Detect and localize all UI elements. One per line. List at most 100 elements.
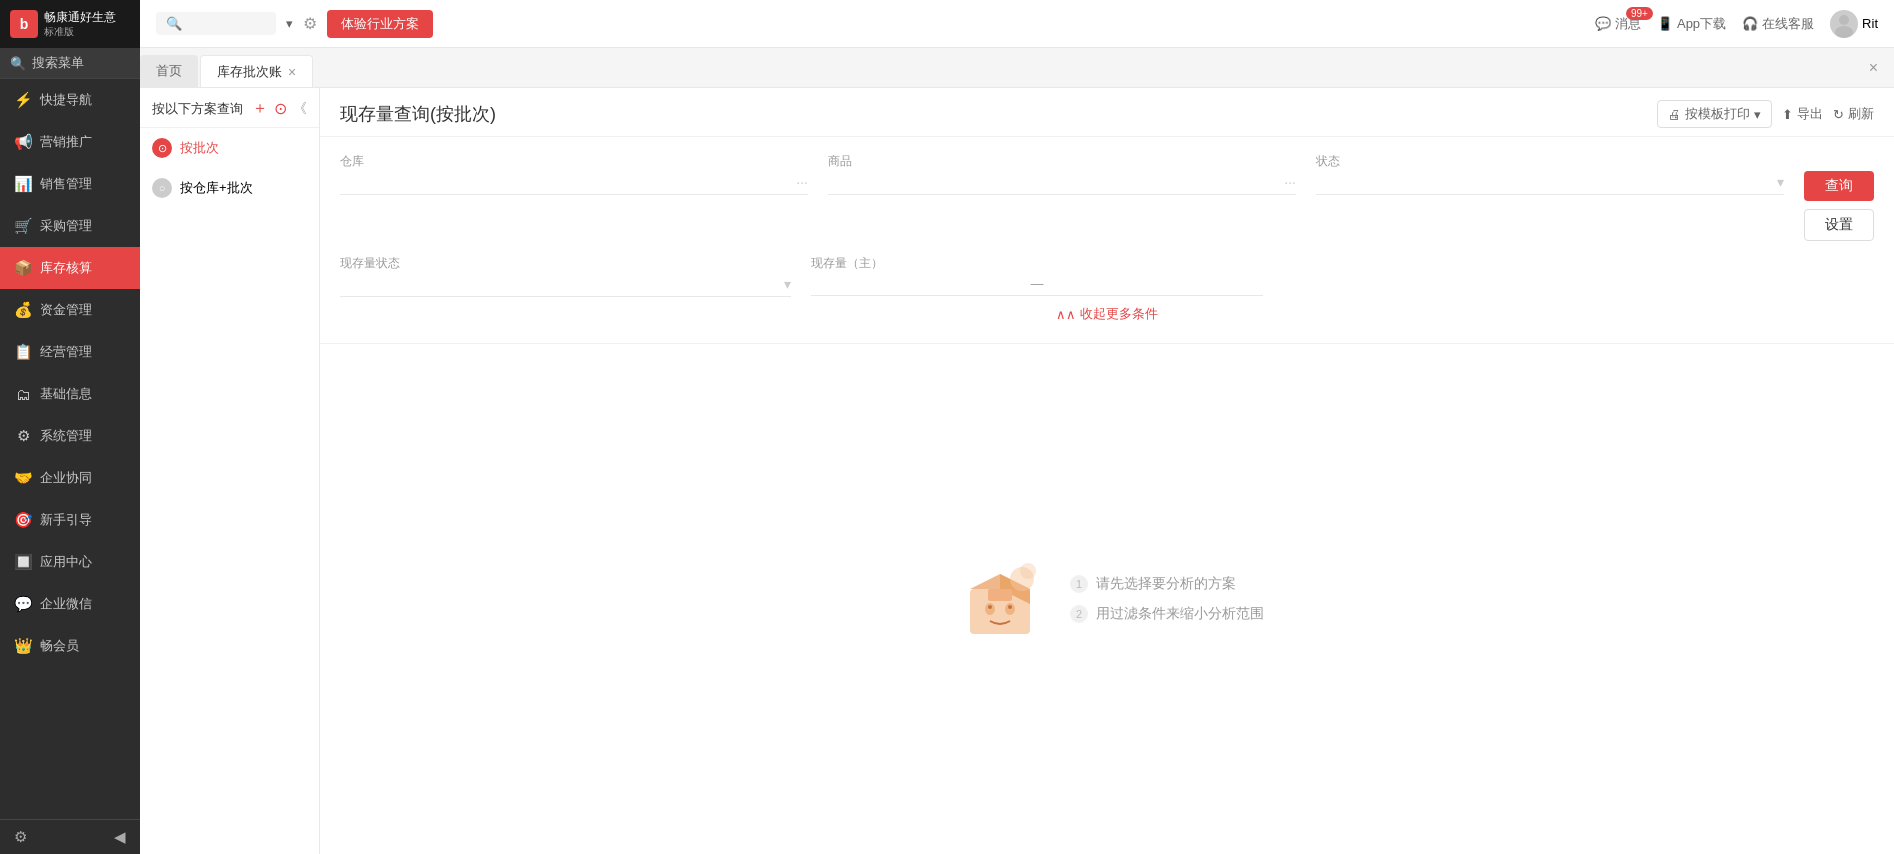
collapse-panel-icon[interactable]: 《 xyxy=(293,100,307,118)
warehouse-input-wrap: ··· xyxy=(340,174,808,195)
refresh-label: 刷新 xyxy=(1848,105,1874,123)
left-panel: 按以下方案查询 ＋ ⊙ 《 ⊙ 按批次 ○ 按仓库+批次 xyxy=(140,88,320,854)
sidebar-item-guide[interactable]: 🎯 新手引导 xyxy=(0,499,140,541)
query-button[interactable]: 查询 xyxy=(1804,171,1874,201)
sidebar-item-label: 企业微信 xyxy=(40,595,92,613)
refresh-btn[interactable]: ↻ 刷新 xyxy=(1833,105,1874,123)
app-version: 标准版 xyxy=(44,25,116,38)
sidebar-item-wechat[interactable]: 💬 企业微信 xyxy=(0,583,140,625)
sidebar-item-operations[interactable]: 📋 经营管理 xyxy=(0,331,140,373)
right-panel: 现存量查询(按批次) 🖨 按模板打印 ▾ ⬆ 导出 ↻ 刷新 xyxy=(320,88,1894,854)
product-filter: 商品 ··· xyxy=(828,153,1296,195)
scheme-by-warehouse-batch-label: 按仓库+批次 xyxy=(180,179,253,197)
tab-close-icon[interactable]: × xyxy=(288,64,296,80)
svg-point-0 xyxy=(1839,15,1849,25)
collapse-filter-btn[interactable]: ∧∧ 收起更多条件 xyxy=(340,297,1874,327)
sidebar-item-quick-nav[interactable]: ⚡ 快捷导航 xyxy=(0,79,140,121)
stock-qty-label: 现存量（主） xyxy=(811,255,1262,272)
system-icon: ⚙ xyxy=(14,427,32,445)
scheme-by-batch[interactable]: ⊙ 按批次 xyxy=(140,128,319,168)
sidebar-item-marketing[interactable]: 📢 营销推广 xyxy=(0,121,140,163)
warehouse-input[interactable] xyxy=(340,175,792,190)
scheme-by-warehouse-batch-icon: ○ xyxy=(152,178,172,198)
operations-icon: 📋 xyxy=(14,343,32,361)
sidebar-item-app-center[interactable]: 🔲 应用中心 xyxy=(0,541,140,583)
stock-qty-max-input[interactable] xyxy=(1052,276,1263,291)
topbar-search-box[interactable]: 🔍 xyxy=(156,12,276,35)
print-btn[interactable]: 🖨 按模板打印 ▾ xyxy=(1657,100,1772,128)
topbar-dropdown[interactable]: ▾ xyxy=(286,16,293,31)
status-select-wrap: ▾ xyxy=(1316,174,1784,195)
export-icon: ⬆ xyxy=(1782,107,1793,122)
stock-status-filter: 现存量状态 ▾ xyxy=(340,255,791,297)
content-area: 按以下方案查询 ＋ ⊙ 《 ⊙ 按批次 ○ 按仓库+批次 现存量查询(按批次) xyxy=(140,88,1894,854)
topbar-gear-icon[interactable]: ⚙ xyxy=(303,14,317,33)
messages-btn[interactable]: 💬 消息 99+ xyxy=(1595,15,1641,33)
scheme-by-warehouse-batch[interactable]: ○ 按仓库+批次 xyxy=(140,168,319,208)
status-select[interactable] xyxy=(1316,175,1773,190)
sidebar-item-label: 新手引导 xyxy=(40,511,92,529)
stock-status-select[interactable] xyxy=(340,277,780,292)
svg-point-7 xyxy=(1020,563,1036,579)
sidebar-search[interactable]: 🔍 搜索菜单 xyxy=(0,48,140,79)
empty-state: 1 请先选择要分析的方案 2 用过滤条件来缩小分析范围 xyxy=(320,344,1894,854)
purchase-icon: 🛒 xyxy=(14,217,32,235)
status-filter: 状态 ▾ xyxy=(1316,153,1784,195)
app-center-icon: 🔲 xyxy=(14,553,32,571)
product-input-wrap: ··· xyxy=(828,174,1296,195)
sidebar-item-sales[interactable]: 📊 销售管理 xyxy=(0,163,140,205)
refresh-icon: ↻ xyxy=(1833,107,1844,122)
sidebar-item-finance[interactable]: 💰 资金管理 xyxy=(0,289,140,331)
enterprise-icon: 🤝 xyxy=(14,469,32,487)
message-icon: 💬 xyxy=(1595,16,1611,31)
sidebar-item-purchase[interactable]: 🛒 采购管理 xyxy=(0,205,140,247)
sidebar-item-basic[interactable]: 🗂 基础信息 xyxy=(0,373,140,415)
trial-btn[interactable]: 体验行业方案 xyxy=(327,10,433,38)
app-download-btn[interactable]: 📱 App下载 xyxy=(1657,15,1726,33)
service-btn[interactable]: 🎧 在线客服 xyxy=(1742,15,1814,33)
export-btn[interactable]: ⬆ 导出 xyxy=(1782,105,1823,123)
sidebar-item-inventory[interactable]: 📦 库存核算 xyxy=(0,247,140,289)
close-all-tabs[interactable]: × xyxy=(1869,59,1878,77)
status-chevron-icon: ▾ xyxy=(1777,174,1784,190)
topbar-search-input[interactable] xyxy=(186,17,266,31)
scheme-by-batch-icon: ⊙ xyxy=(152,138,172,158)
collapse-sidebar-icon[interactable]: ◀ xyxy=(114,828,126,846)
topbar: 🔍 ▾ ⚙ 体验行业方案 💬 消息 99+ 📱 App下载 🎧 在线客服 xyxy=(140,0,1894,48)
status-label: 状态 xyxy=(1316,153,1784,170)
search-icon: 🔍 xyxy=(10,56,26,71)
sidebar-item-label: 系统管理 xyxy=(40,427,92,445)
product-input[interactable] xyxy=(828,175,1280,190)
sidebar-item-label: 营销推广 xyxy=(40,133,92,151)
sidebar-item-member[interactable]: 👑 畅会员 xyxy=(0,625,140,667)
user-profile[interactable]: Rit xyxy=(1830,10,1878,38)
svg-rect-5 xyxy=(988,589,1012,601)
settings-bottom-icon[interactable]: ⚙ xyxy=(14,828,27,846)
empty-tip-1: 1 请先选择要分析的方案 xyxy=(1070,575,1264,593)
tab-inventory-batch[interactable]: 库存批次账 × xyxy=(200,55,313,87)
print-dropdown-icon[interactable]: ▾ xyxy=(1754,107,1761,122)
warehouse-more-icon[interactable]: ··· xyxy=(796,174,808,190)
filter-area: 仓库 ··· 商品 ··· xyxy=(320,137,1894,344)
sidebar-nav: ⚡ 快捷导航 📢 营销推广 📊 销售管理 🛒 采购管理 📦 库存核算 💰 资金管… xyxy=(0,79,140,819)
empty-tips: 1 请先选择要分析的方案 2 用过滤条件来缩小分析范围 xyxy=(1070,575,1264,623)
stock-status-select-wrap: ▾ xyxy=(340,276,791,297)
settings-button[interactable]: 设置 xyxy=(1804,209,1874,241)
add-scheme-icon[interactable]: ＋ xyxy=(252,98,268,119)
settings-scheme-icon[interactable]: ⊙ xyxy=(274,99,287,118)
finance-icon: 💰 xyxy=(14,301,32,319)
stock-status-label: 现存量状态 xyxy=(340,255,791,272)
tab-home[interactable]: 首页 xyxy=(140,55,198,87)
stock-qty-min-input[interactable] xyxy=(811,276,1022,291)
guide-icon: 🎯 xyxy=(14,511,32,529)
range-separator: — xyxy=(1031,276,1044,291)
product-more-icon[interactable]: ··· xyxy=(1284,174,1296,190)
sidebar-item-enterprise[interactable]: 🤝 企业协同 xyxy=(0,457,140,499)
tab-home-label: 首页 xyxy=(156,62,182,80)
warehouse-filter: 仓库 ··· xyxy=(340,153,808,195)
dropdown-chevron-icon: ▾ xyxy=(286,16,293,31)
export-label: 导出 xyxy=(1797,105,1823,123)
inventory-icon: 📦 xyxy=(14,259,32,277)
sidebar-item-system[interactable]: ⚙ 系统管理 xyxy=(0,415,140,457)
avatar xyxy=(1830,10,1858,38)
